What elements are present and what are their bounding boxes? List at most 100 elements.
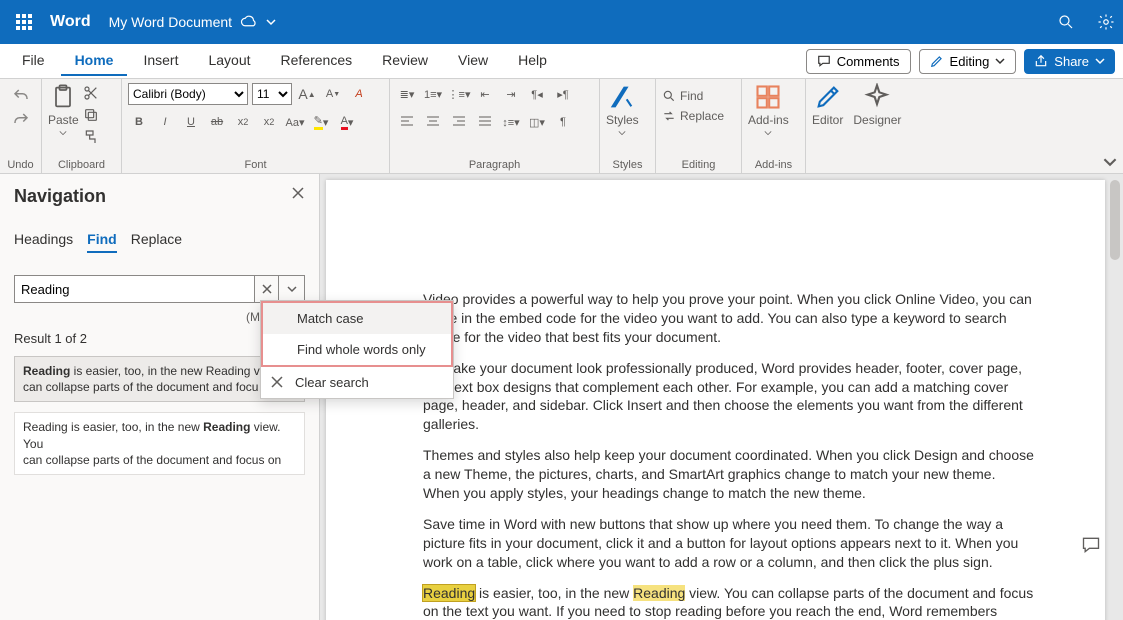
find-label: Find bbox=[680, 89, 703, 103]
menu-home[interactable]: Home bbox=[61, 46, 128, 76]
strikethrough-button[interactable]: ab bbox=[206, 111, 228, 133]
gear-icon[interactable] bbox=[1097, 13, 1115, 31]
editor-icon bbox=[814, 83, 842, 111]
tab-replace[interactable]: Replace bbox=[131, 231, 182, 253]
paragraph-label: Paragraph bbox=[396, 157, 593, 171]
font-size-select[interactable]: 11 bbox=[252, 83, 292, 105]
scissors-icon[interactable] bbox=[83, 85, 99, 101]
search-icon[interactable] bbox=[1057, 13, 1075, 31]
editor-label: Editor bbox=[812, 113, 843, 127]
find-input[interactable] bbox=[14, 275, 255, 303]
result-text: can collapse parts of the document and f… bbox=[23, 380, 258, 394]
editor-button[interactable]: Editor bbox=[812, 83, 843, 127]
addins-group-label: Add-ins bbox=[748, 157, 799, 171]
clipboard-label: Clipboard bbox=[48, 157, 115, 171]
align-right-button[interactable] bbox=[448, 111, 470, 133]
tab-headings[interactable]: Headings bbox=[14, 231, 73, 253]
addins-btn-label: Add-ins bbox=[748, 113, 789, 127]
underline-button[interactable]: U bbox=[180, 111, 202, 133]
menu-file[interactable]: File bbox=[8, 46, 59, 76]
bold-button[interactable]: B bbox=[128, 111, 150, 133]
share-label: Share bbox=[1054, 54, 1089, 69]
redo-icon[interactable] bbox=[12, 111, 30, 129]
clear-search-icon[interactable] bbox=[255, 275, 279, 303]
menu-references[interactable]: References bbox=[267, 46, 367, 76]
option-label: Clear search bbox=[295, 375, 369, 390]
find-options-menu: Match case Find whole words only Clear s… bbox=[260, 300, 454, 399]
italic-button[interactable]: I bbox=[154, 111, 176, 133]
undo-icon[interactable] bbox=[12, 87, 30, 105]
menu-review[interactable]: Review bbox=[368, 46, 442, 76]
increase-indent-button[interactable]: ⇥ bbox=[500, 83, 522, 105]
copy-icon[interactable] bbox=[83, 107, 99, 123]
paragraph: To make your document look professionall… bbox=[423, 359, 1035, 435]
styles-icon bbox=[608, 83, 636, 111]
align-left-button[interactable] bbox=[396, 111, 418, 133]
ribbon-group-styles: Styles Styles bbox=[600, 79, 656, 173]
bullets-button[interactable]: ≣▾ bbox=[396, 83, 418, 105]
paste-button[interactable]: Paste bbox=[48, 83, 79, 137]
decrease-indent-button[interactable]: ⇤ bbox=[474, 83, 496, 105]
result-text: can collapse parts of the document and f… bbox=[23, 453, 281, 467]
whole-words-option[interactable]: Find whole words only bbox=[263, 334, 451, 365]
document-title-text: My Word Document bbox=[109, 14, 232, 30]
editing-group-label: Editing bbox=[662, 157, 735, 171]
show-marks-button[interactable]: ¶ bbox=[552, 111, 574, 133]
scrollbar-thumb[interactable] bbox=[1110, 180, 1120, 260]
superscript-button[interactable]: x2 bbox=[258, 111, 280, 133]
replace-icon bbox=[662, 109, 676, 123]
feedback-icon[interactable] bbox=[1081, 535, 1101, 560]
justify-button[interactable] bbox=[474, 111, 496, 133]
chevron-down-icon bbox=[59, 129, 67, 137]
shrink-font-icon[interactable]: A▼ bbox=[322, 83, 344, 105]
editing-mode-button[interactable]: Editing bbox=[919, 49, 1017, 74]
result-text: is easier, too, in the new Reading vie bbox=[70, 364, 269, 378]
line-spacing-button[interactable]: ↕≡▾ bbox=[500, 111, 522, 133]
font-group-label: Font bbox=[128, 157, 383, 171]
numbering-button[interactable]: 1≡▾ bbox=[422, 83, 444, 105]
menu-layout[interactable]: Layout bbox=[194, 46, 264, 76]
paragraph: Reading is easier, too, in the new Readi… bbox=[423, 584, 1035, 620]
match-case-option[interactable]: Match case bbox=[263, 303, 451, 334]
close-icon bbox=[271, 376, 283, 391]
highlight-color-button[interactable]: ✎▾ bbox=[310, 111, 332, 133]
menu-insert[interactable]: Insert bbox=[129, 46, 192, 76]
font-name-select[interactable]: Calibri (Body) bbox=[128, 83, 248, 105]
subscript-button[interactable]: x2 bbox=[232, 111, 254, 133]
grow-font-icon[interactable]: A▲ bbox=[296, 83, 318, 105]
align-center-button[interactable] bbox=[422, 111, 444, 133]
font-color-button[interactable]: A▾ bbox=[336, 111, 358, 133]
styles-button[interactable]: Styles bbox=[606, 83, 639, 137]
tab-find[interactable]: Find bbox=[87, 231, 117, 253]
shading-button[interactable]: ◫▾ bbox=[526, 111, 548, 133]
multilevel-list-button[interactable]: ⋮≡▾ bbox=[448, 83, 470, 105]
addins-button[interactable]: Add-ins bbox=[748, 83, 789, 137]
find-options-dropdown[interactable] bbox=[279, 275, 305, 303]
document-page[interactable]: Video provides a powerful way to help yo… bbox=[326, 180, 1105, 620]
document-title[interactable]: My Word Document bbox=[109, 13, 276, 31]
undo-group-label: Undo bbox=[6, 157, 35, 171]
find-button[interactable]: Find bbox=[662, 89, 703, 103]
app-launcher-icon[interactable] bbox=[8, 14, 40, 30]
clear-search-option[interactable]: Clear search bbox=[261, 367, 453, 398]
vertical-scrollbar[interactable] bbox=[1110, 180, 1120, 614]
comments-button[interactable]: Comments bbox=[806, 49, 911, 74]
ribbon-expand-icon[interactable] bbox=[1103, 155, 1117, 169]
ltr-button[interactable]: ¶◂ bbox=[526, 83, 548, 105]
result-item[interactable]: Reading is easier, too, in the new Readi… bbox=[14, 412, 305, 475]
designer-button[interactable]: Designer bbox=[853, 83, 901, 127]
menu-help[interactable]: Help bbox=[504, 46, 561, 76]
format-painter-icon[interactable] bbox=[83, 129, 99, 145]
clear-formatting-icon[interactable]: A bbox=[348, 83, 370, 105]
menu-bar: File Home Insert Layout References Revie… bbox=[0, 44, 1123, 79]
navigation-tabs: Headings Find Replace bbox=[14, 231, 305, 253]
chevron-down-icon bbox=[1095, 56, 1105, 66]
title-bar: Word My Word Document bbox=[0, 0, 1123, 44]
share-button[interactable]: Share bbox=[1024, 49, 1115, 74]
menu-view[interactable]: View bbox=[444, 46, 502, 76]
rtl-button[interactable]: ▸¶ bbox=[552, 83, 574, 105]
close-icon[interactable] bbox=[291, 186, 305, 205]
paragraph: Themes and styles also help keep your do… bbox=[423, 446, 1035, 503]
change-case-button[interactable]: Aa▾ bbox=[284, 111, 306, 133]
replace-button[interactable]: Replace bbox=[662, 109, 724, 123]
